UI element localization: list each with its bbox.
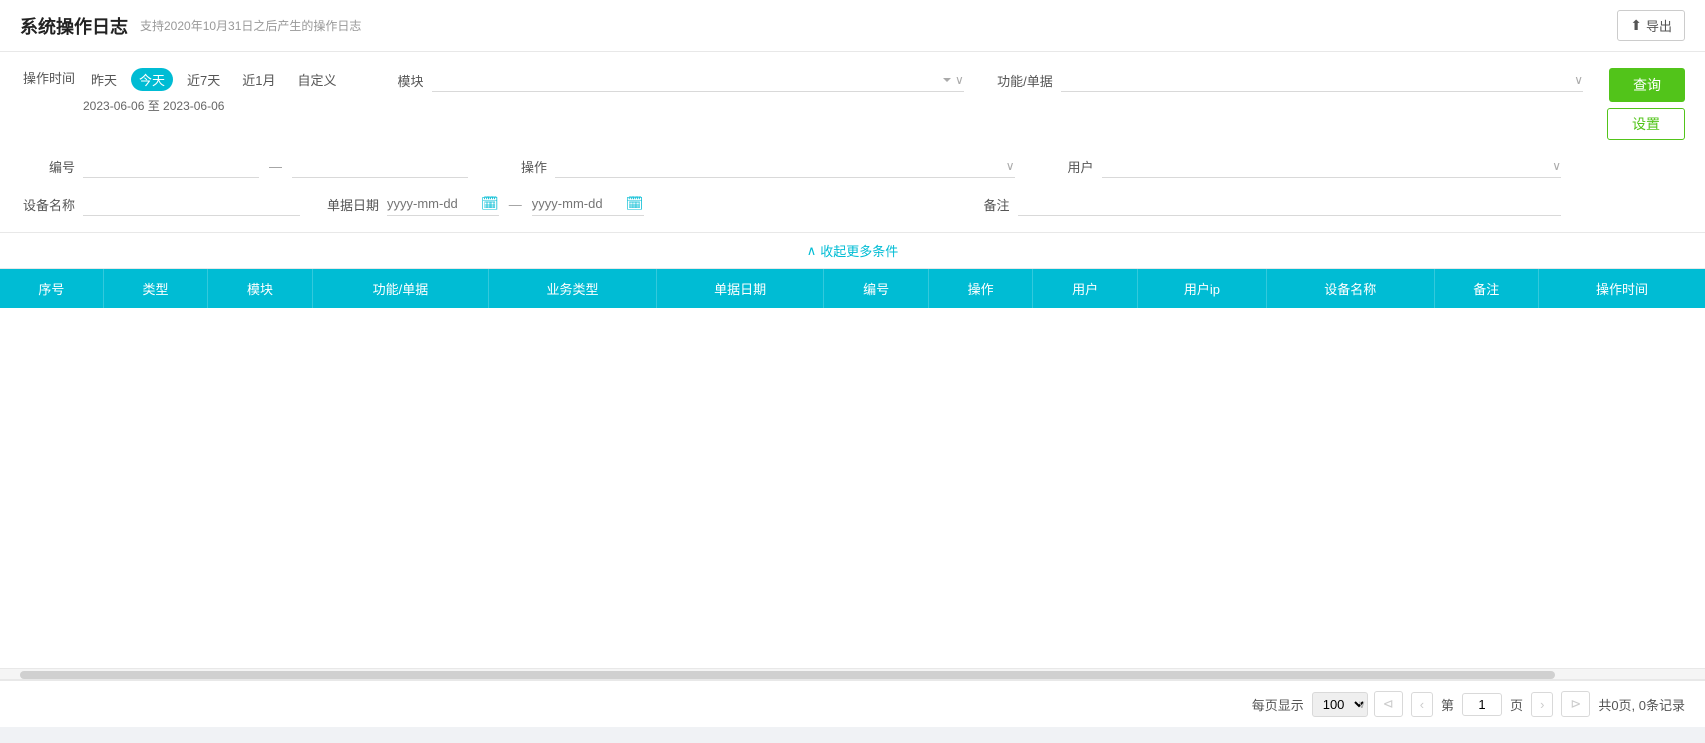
page-unit: 页 [1510, 695, 1523, 714]
page-label: 第 [1441, 695, 1454, 714]
calendar-start-icon[interactable]: 🗓 [481, 195, 499, 212]
collapse-icon: ∧ [807, 243, 817, 259]
page-subtitle: 支持2020年10月31日之后产生的操作日志 [140, 17, 361, 34]
time-btn-1month[interactable]: 近1月 [234, 68, 283, 91]
col-operation: 操作 [928, 269, 1032, 308]
time-btn-custom[interactable]: 自定义 [290, 68, 345, 91]
col-user-ip: 用户ip [1137, 269, 1266, 308]
scrollbar-thumb[interactable] [20, 671, 1555, 679]
page-size-label: 每页显示 [1252, 695, 1304, 714]
number-filter: 编号 — [20, 154, 468, 178]
action-filter: 操作 ∨ [492, 154, 1015, 178]
module-chevron-icon [939, 72, 955, 88]
remark-filter: 备注 [955, 192, 1562, 216]
col-device: 设备名称 [1266, 269, 1434, 308]
col-op-time: 操作时间 [1539, 269, 1705, 308]
time-btn-7days[interactable]: 近7天 [179, 68, 228, 91]
table-header: 序号 类型 模块 功能/单据 业务类型 单据日期 编号 操作 用户 用户ip 设… [0, 269, 1705, 308]
last-page-button[interactable]: ⊳ [1561, 691, 1590, 717]
module-filter: 模块 ∨ [369, 68, 964, 92]
export-icon: ⬆ [1630, 17, 1642, 34]
date-start-input[interactable] [387, 192, 477, 215]
function-label: 功能/单据 [988, 71, 1053, 90]
next-page-button[interactable]: › [1531, 692, 1553, 717]
function-chevron-down: ∨ [1574, 73, 1583, 87]
module-select-wrapper[interactable]: ∨ [432, 68, 964, 92]
export-label: 导出 [1646, 16, 1672, 35]
module-input[interactable] [432, 68, 939, 91]
pagination-bar: 每页显示 100 20 50 200 ∨ ⊲ ‹ 第 页 › ⊳ 共0页, 0条… [0, 680, 1705, 727]
col-voucher-date: 单据日期 [656, 269, 824, 308]
time-btn-today[interactable]: 今天 [131, 68, 173, 91]
total-info: 共0页, 0条记录 [1598, 695, 1685, 714]
title-area: 系统操作日志 支持2020年10月31日之后产生的操作日志 [20, 13, 361, 39]
user-select-wrapper[interactable]: ∨ [1102, 154, 1562, 178]
action-buttons: 查询 设置 [1607, 68, 1685, 140]
operation-time-label: 操作时间 [20, 68, 75, 87]
date-end-wrapper: 🗓 [532, 192, 644, 216]
horizontal-scrollbar[interactable] [0, 668, 1705, 680]
number-dash: — [265, 159, 286, 174]
user-input[interactable] [1102, 154, 1553, 177]
function-input[interactable] [1061, 68, 1574, 91]
col-module: 模块 [208, 269, 312, 308]
first-page-button[interactable]: ⊲ [1374, 691, 1403, 717]
date-range-display: 2023-06-06 至 2023-06-06 [83, 97, 345, 114]
date-dash: — [505, 197, 526, 212]
page-size-select[interactable]: 100 20 50 200 [1312, 692, 1368, 717]
page-number-input[interactable] [1462, 693, 1502, 716]
device-label: 设备名称 [20, 195, 75, 214]
action-chevron-down: ∨ [1006, 159, 1015, 173]
empty-area [0, 308, 1705, 668]
number-label: 编号 [20, 157, 75, 176]
data-table-container: 序号 类型 模块 功能/单据 业务类型 单据日期 编号 操作 用户 用户ip 设… [0, 269, 1705, 668]
remark-input[interactable] [1018, 192, 1562, 216]
remark-label: 备注 [955, 195, 1010, 214]
voucher-date-filter: 单据日期 🗓 — 🗓 [324, 192, 931, 216]
col-user: 用户 [1033, 269, 1137, 308]
voucher-date-label: 单据日期 [324, 195, 379, 214]
page-title: 系统操作日志 [20, 13, 128, 39]
col-biz-type: 业务类型 [489, 269, 657, 308]
col-number: 编号 [824, 269, 928, 308]
action-input[interactable] [555, 154, 1006, 177]
device-filter: 设备名称 [20, 192, 300, 216]
function-filter: 功能/单据 ∨ [988, 68, 1583, 92]
prev-page-button[interactable]: ‹ [1411, 692, 1433, 717]
date-end-input[interactable] [532, 192, 622, 215]
time-buttons-group: 昨天 今天 近7天 近1月 自定义 [83, 68, 345, 91]
user-filter: 用户 ∨ [1039, 154, 1562, 178]
function-select-wrapper[interactable]: ∨ [1061, 68, 1583, 92]
module-chevron-down: ∨ [955, 73, 964, 87]
settings-button[interactable]: 设置 [1607, 108, 1685, 140]
col-remark: 备注 [1434, 269, 1538, 308]
filter-panel: 操作时间 昨天 今天 近7天 近1月 自定义 2023-06-06 至 2023… [0, 52, 1705, 233]
data-table: 序号 类型 模块 功能/单据 业务类型 单据日期 编号 操作 用户 用户ip 设… [0, 269, 1705, 308]
number-start-input[interactable] [83, 154, 259, 178]
action-select-wrapper[interactable]: ∨ [555, 154, 1015, 178]
date-start-wrapper: 🗓 [387, 192, 499, 216]
operation-time-filter: 操作时间 昨天 今天 近7天 近1月 自定义 2023-06-06 至 2023… [20, 68, 345, 114]
col-index: 序号 [0, 269, 103, 308]
user-chevron-down: ∨ [1552, 159, 1561, 173]
query-button[interactable]: 查询 [1609, 68, 1685, 102]
number-end-input[interactable] [292, 154, 468, 178]
time-btn-yesterday[interactable]: 昨天 [83, 68, 125, 91]
calendar-end-icon[interactable]: 🗓 [626, 195, 644, 212]
action-label: 操作 [492, 157, 547, 176]
module-label: 模块 [369, 71, 424, 90]
collapse-bar[interactable]: ∧ 收起更多条件 [0, 233, 1705, 269]
device-input[interactable] [83, 192, 300, 216]
col-function: 功能/单据 [312, 269, 488, 308]
col-type: 类型 [103, 269, 207, 308]
collapse-label: 收起更多条件 [820, 241, 898, 260]
page-header: 系统操作日志 支持2020年10月31日之后产生的操作日志 ⬆ 导出 [0, 0, 1705, 52]
user-label: 用户 [1039, 157, 1094, 176]
export-button[interactable]: ⬆ 导出 [1617, 10, 1685, 41]
